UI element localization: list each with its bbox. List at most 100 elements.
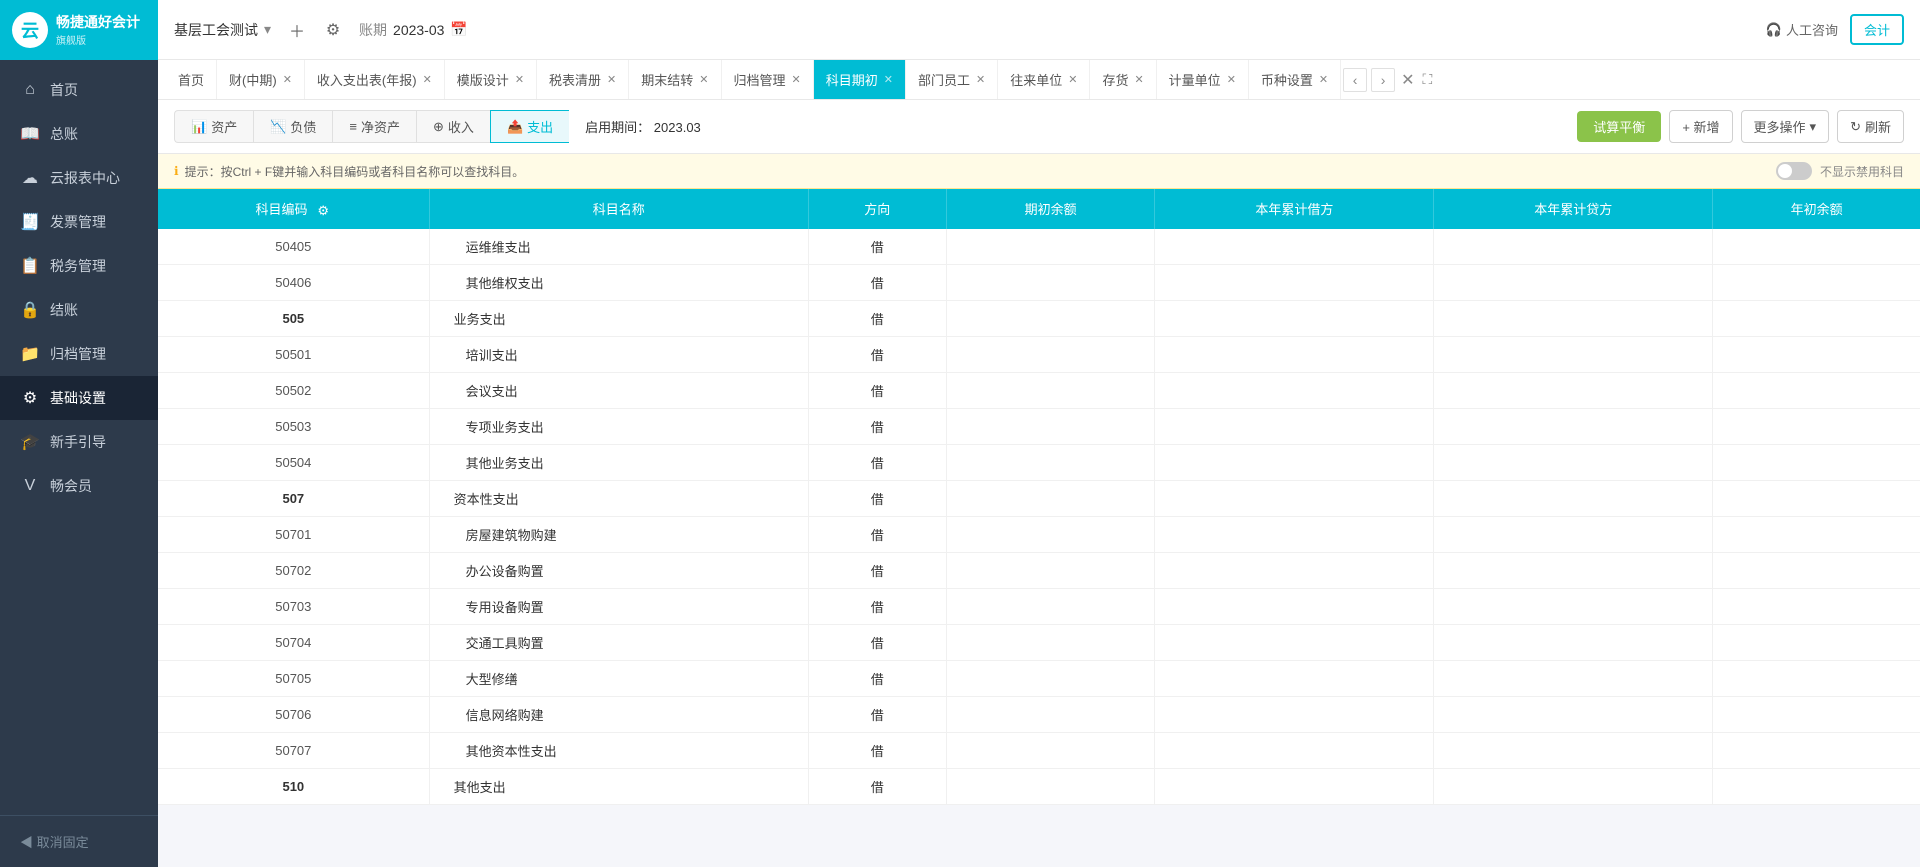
tab-----[interactable]: 币种设置✕ <box>1249 60 1341 100</box>
tab-close-icon[interactable]: ✕ <box>699 73 708 86</box>
table-row[interactable]: 50702 办公设备购置 借 <box>158 552 1920 588</box>
table-row[interactable]: 505 业务支出 借 <box>158 300 1920 336</box>
tab-----[interactable]: 期末结转✕ <box>629 60 721 100</box>
company-selector[interactable]: 基层工会测试 ▾ <box>174 20 271 40</box>
cell-opening <box>946 696 1155 732</box>
cell-year-start <box>1713 300 1920 336</box>
tab-close-icon[interactable]: ✕ <box>884 73 893 86</box>
table-row[interactable]: 50501 培训支出 借 <box>158 336 1920 372</box>
cell-ytd-credit <box>1434 300 1713 336</box>
tab-close-icon[interactable]: ✕ <box>1227 73 1236 86</box>
cell-code: 510 <box>158 768 429 804</box>
cell-ytd-debit <box>1155 552 1434 588</box>
table-row[interactable]: 50503 专项业务支出 借 <box>158 408 1920 444</box>
more-btn[interactable]: 更多操作 ▾ <box>1741 110 1830 143</box>
tab-----[interactable]: 科目期初 ✕ <box>814 60 906 100</box>
refresh-btn[interactable]: ↻ 刷新 <box>1837 110 1904 143</box>
tab-scroll-left[interactable]: ‹ <box>1343 68 1367 92</box>
cell-year-start <box>1713 660 1920 696</box>
topbar: 基层工会测试 ▾ ＋ ⚙ 账期 2023-03 📅 🎧 人工咨询 会计 <box>158 0 1920 60</box>
tab-close-icon[interactable]: ✕ <box>1068 73 1077 86</box>
close-all-tabs-btn[interactable]: ✕ <box>1397 70 1418 90</box>
cell-ytd-credit <box>1434 264 1713 300</box>
tab---[interactable]: 存货✕ <box>1090 60 1156 100</box>
sidebar-item-closing[interactable]: 🔒 结账 <box>0 288 158 332</box>
sidebar-item-settings[interactable]: ⚙ 基础设置 <box>0 376 158 420</box>
tab-close-icon[interactable]: ✕ <box>283 73 292 86</box>
tab-scroll-right[interactable]: › <box>1371 68 1395 92</box>
table-row[interactable]: 50707 其他资本性支出 借 <box>158 732 1920 768</box>
cell-ytd-credit <box>1434 336 1713 372</box>
tab-close-icon[interactable]: ✕ <box>515 73 524 86</box>
tab-----[interactable]: 税表清册✕ <box>537 60 629 100</box>
tab-----[interactable]: 往来单位✕ <box>998 60 1090 100</box>
sidebar-item-guide[interactable]: 🎓 新手引导 <box>0 420 158 464</box>
table-row[interactable]: 50704 交通工具购置 借 <box>158 624 1920 660</box>
sidebar-item-tax[interactable]: 📋 税务管理 <box>0 244 158 288</box>
tab-close-icon[interactable]: ✕ <box>976 73 985 86</box>
table-row[interactable]: 50701 房屋建筑物购建 借 <box>158 516 1920 552</box>
sidebar-item-member[interactable]: V 畅会员 <box>0 464 158 508</box>
consult-btn[interactable]: 🎧 人工咨询 <box>1766 20 1838 39</box>
cell-opening <box>946 444 1155 480</box>
table-row[interactable]: 50706 信息网络购建 借 <box>158 696 1920 732</box>
cell-direction: 借 <box>808 660 946 696</box>
add-company-btn[interactable]: ＋ <box>283 16 311 44</box>
sidebar-item-reports[interactable]: ☁ 云报表中心 <box>0 156 158 200</box>
filter-tab-净资产[interactable]: ≡ 净资产 <box>332 110 416 143</box>
filter-tab-支出[interactable]: 📤 支出 <box>490 110 569 143</box>
sidebar-item-home[interactable]: ⌂ 首页 <box>0 68 158 112</box>
table-row[interactable]: 507 资本性支出 借 <box>158 480 1920 516</box>
cell-direction: 借 <box>808 372 946 408</box>
tab---[interactable]: 首页 <box>166 60 217 100</box>
tab-label: 科目期初 <box>826 70 878 89</box>
table-row[interactable]: 50406 其他维权支出 借 <box>158 264 1920 300</box>
table-row[interactable]: 50703 专用设备购置 借 <box>158 588 1920 624</box>
dropdown-icon: ▾ <box>264 21 271 38</box>
disabled-toggle[interactable] <box>1776 162 1812 180</box>
sidebar-item-archive[interactable]: 📁 归档管理 <box>0 332 158 376</box>
tab-close-icon[interactable]: ✕ <box>1134 73 1143 86</box>
tab-----[interactable]: 模版设计✕ <box>445 60 537 100</box>
table-row[interactable]: 50705 大型修缮 借 <box>158 660 1920 696</box>
tab-close-icon[interactable]: ✕ <box>792 73 801 86</box>
sidebar-collapse-btn[interactable]: ◀ 取消固定 <box>0 815 158 867</box>
cell-code: 50701 <box>158 516 429 552</box>
filter-tab-资产[interactable]: 📊 资产 <box>174 110 253 143</box>
table-row[interactable]: 50504 其他业务支出 借 <box>158 444 1920 480</box>
filter-tab-负债[interactable]: 📉 负债 <box>253 110 332 143</box>
tab------[interactable]: 财(中期)✕ <box>217 60 305 100</box>
sidebar-icon-invoice: 🧾 <box>20 212 40 232</box>
fullscreen-btn[interactable]: ⛶ <box>1419 71 1437 88</box>
col-ytd-debit: 本年累计借方 <box>1155 189 1434 229</box>
tab-close-icon[interactable]: ✕ <box>423 73 432 86</box>
cell-opening <box>946 732 1155 768</box>
sidebar-label-closing: 结账 <box>50 300 78 320</box>
cell-name: 其他维权支出 <box>429 264 808 300</box>
tab-----[interactable]: 计量单位✕ <box>1157 60 1249 100</box>
settings-btn[interactable]: ⚙ <box>319 16 347 44</box>
account-btn[interactable]: 会计 <box>1850 14 1904 45</box>
calendar-icon[interactable]: 📅 <box>450 21 467 38</box>
consult-label: 人工咨询 <box>1786 20 1838 39</box>
period-info: 启用期间： 2023.03 <box>585 117 701 136</box>
sidebar-label-guide: 新手引导 <box>50 432 106 452</box>
sidebar-item-ledger[interactable]: 📖 总账 <box>0 112 158 156</box>
balance-btn[interactable]: 试算平衡 <box>1577 111 1661 142</box>
sidebar-item-invoice[interactable]: 🧾 发票管理 <box>0 200 158 244</box>
table-wrap[interactable]: 科目编码 ⚙ 科目名称 方向 期初余额 本年累计借方 本年累计贷方 年初余额 5… <box>158 189 1920 867</box>
table-row[interactable]: 510 其他支出 借 <box>158 768 1920 804</box>
table-row[interactable]: 50405 运维维支出 借 <box>158 229 1920 265</box>
column-settings-icon[interactable]: ⚙ <box>315 203 331 219</box>
table-row[interactable]: 50502 会议支出 借 <box>158 372 1920 408</box>
tab-----[interactable]: 归档管理✕ <box>722 60 814 100</box>
filter-tab-icon-0: 📊 <box>191 119 207 135</box>
sidebar-label-ledger: 总账 <box>50 124 78 144</box>
tab-----[interactable]: 部门员工✕ <box>906 60 998 100</box>
filter-tab-收入[interactable]: ⊕ 收入 <box>416 110 490 143</box>
tab-close-icon[interactable]: ✕ <box>1319 73 1328 86</box>
add-btn[interactable]: + 新增 <box>1669 110 1732 143</box>
tab-close-icon[interactable]: ✕ <box>607 73 616 86</box>
tab----------[interactable]: 收入支出表(年报)✕ <box>305 60 445 100</box>
logo-icon: 云 <box>12 12 48 48</box>
